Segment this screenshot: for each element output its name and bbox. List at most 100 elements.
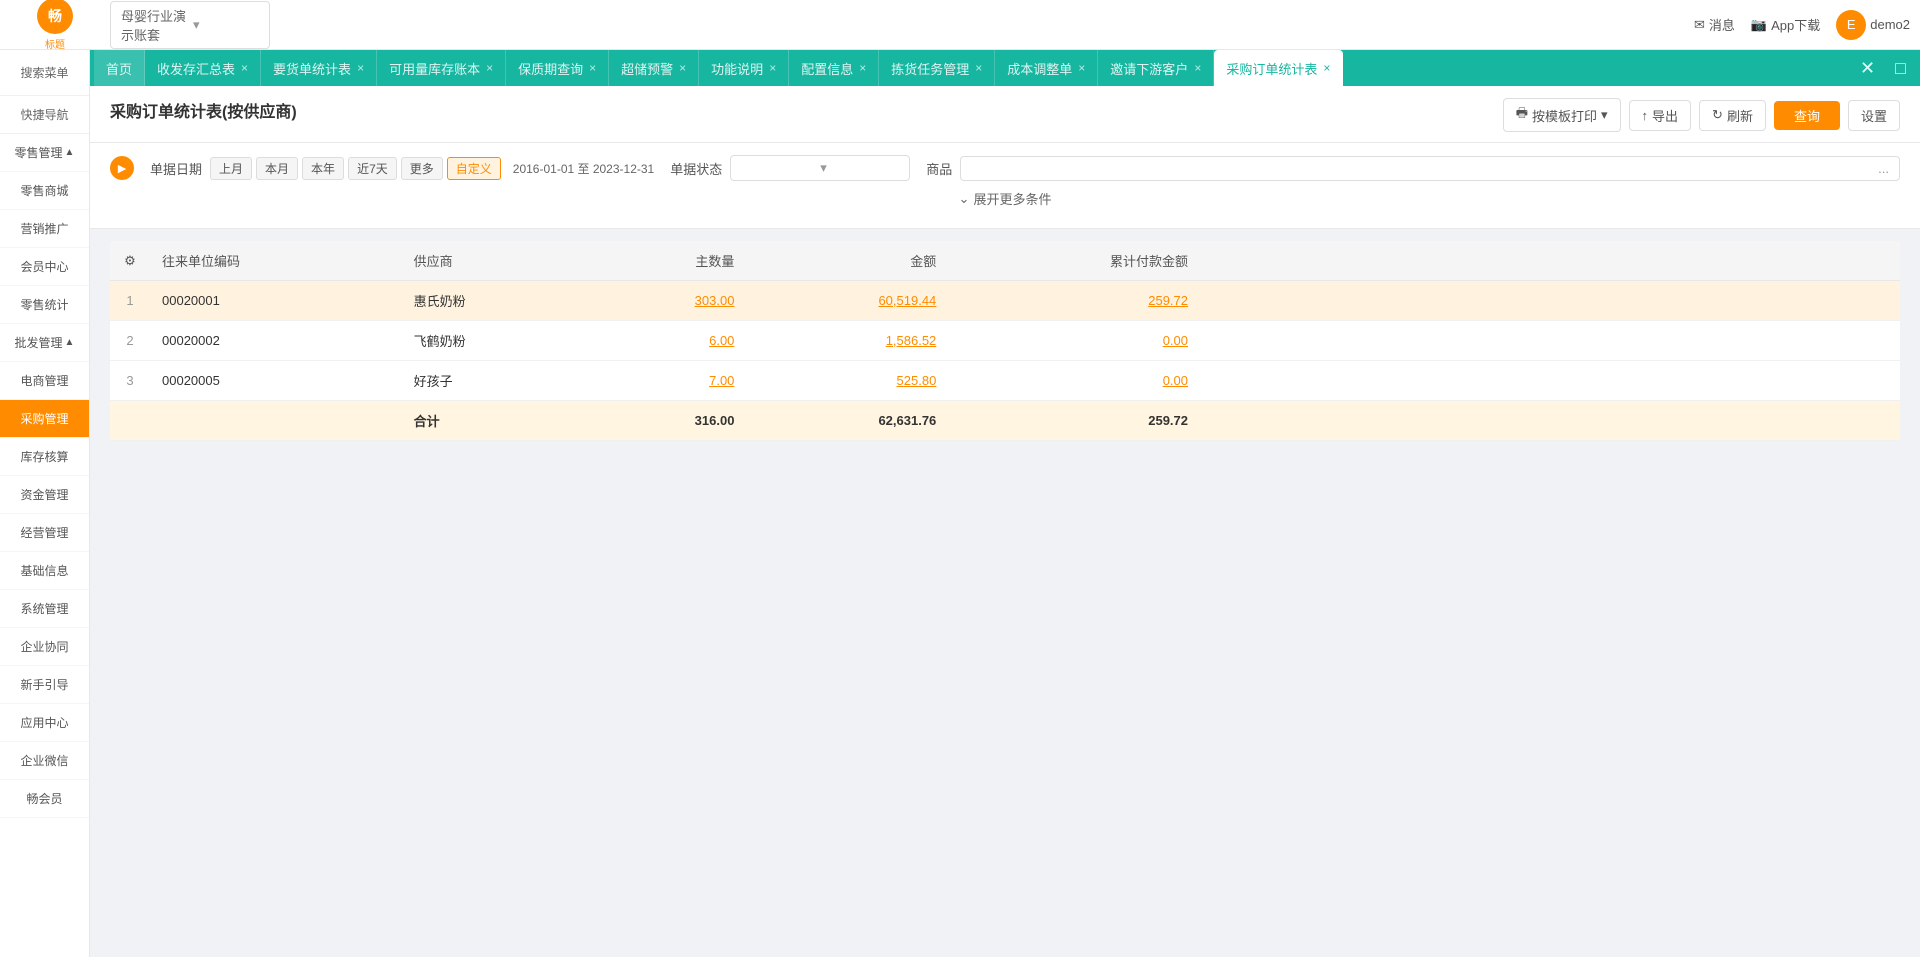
row-paid-1: 0.00 [948,321,1200,361]
sidebar-item-guide[interactable]: 新手引导 [0,666,89,704]
query-button[interactable]: 查询 [1774,101,1840,130]
sidebar-item-system[interactable]: 系统管理 [0,590,89,628]
sidebar-item-app-center[interactable]: 应用中心 [0,704,89,742]
row-supplier-0: 惠氏奶粉 [402,281,590,321]
tab-close-invite-downstream[interactable]: × [1194,61,1201,75]
tab-available-inventory[interactable]: 可用量库存账本 × [377,50,506,86]
table-settings-icon[interactable]: ⚙ [124,253,136,268]
date-this-month[interactable]: 本月 [256,157,298,180]
row-amount-1: 1,586.52 [746,321,948,361]
workspace-selector[interactable]: 母婴行业演示账套 ▾ [110,1,270,49]
tab-close-function-desc[interactable]: × [769,61,776,75]
status-select[interactable]: ▾ [730,155,910,181]
table-area: ⚙ 往来单位编码 供应商 主数量 金额 累计付款金额 100020001惠氏奶粉… [90,229,1920,957]
col-settings[interactable]: ⚙ [110,241,150,281]
tab-home[interactable]: 首页 [94,50,145,86]
search-menu-button[interactable]: 搜索菜单 [6,58,83,87]
app-download-button[interactable]: 📷 App下载 [1751,15,1820,34]
tab-function-desc[interactable]: 功能说明× [699,50,789,86]
filter-toggle-button[interactable]: ► [110,156,134,180]
row-paid-link-0[interactable]: 259.72 [1148,293,1188,308]
sidebar-item-finance[interactable]: 资金管理 [0,476,89,514]
tab-cost-adjust[interactable]: 成本调整单× [995,50,1098,86]
sidebar-item-retail-stats[interactable]: 零售统计 [0,286,89,324]
quick-nav-button[interactable]: 快捷导航 [0,100,89,129]
row-amount-link-2[interactable]: 525.80 [897,373,937,388]
tab-overstock-warning[interactable]: 超储预警 × [609,50,699,86]
tab-label-available-inventory: 可用量库存账本 [389,59,480,78]
tab-receive-summary[interactable]: 收发存汇总表× [145,50,261,86]
more-conditions-button[interactable]: ⌄ 展开更多条件 [110,181,1900,216]
message-button[interactable]: ✉ 消息 [1694,15,1735,34]
footer-paid: 259.72 [948,401,1200,441]
page-content: 采购订单统计表(按供应商) 🖶 按模板打印 ▾ ↑ 导出 ↻ [90,86,1920,957]
tab-close-purchase-order-stats[interactable]: × [1323,61,1330,75]
tab-close-pick-task[interactable]: × [975,61,982,75]
tab-close-config-info[interactable]: × [859,61,866,75]
row-supplier-1: 飞鹤奶粉 [402,321,590,361]
date-this-year[interactable]: 本年 [302,157,344,180]
date-more[interactable]: 更多 [401,157,443,180]
row-quantity-link-0[interactable]: 303.00 [695,293,735,308]
tab-close-purchase-stats[interactable]: × [357,61,364,75]
sidebar-item-wholesale[interactable]: 批发管理▲ [0,324,89,362]
export-button[interactable]: ↑ 导出 [1629,100,1692,131]
goods-input-more-icon[interactable]: ... [1878,161,1889,176]
sidebar-item-ecommerce[interactable]: 电商管理 [0,362,89,400]
user-menu[interactable]: E demo2 [1836,10,1910,40]
settings-button[interactable]: 设置 [1848,100,1900,131]
tab-close-receive-summary[interactable]: × [241,61,248,75]
row-paid-link-1[interactable]: 0.00 [1163,333,1188,348]
footer-label: 合计 [402,401,590,441]
date-last-month[interactable]: 上月 [210,157,252,180]
tab-invite-downstream[interactable]: 邀请下游客户× [1098,50,1214,86]
row-quantity-link-1[interactable]: 6.00 [709,333,734,348]
footer-quantity: 316.00 [589,401,746,441]
tab-label-overstock-warning: 超储预警 [621,59,673,78]
table-row[interactable]: 200020002飞鹤奶粉6.001,586.520.00 [110,321,1900,361]
tab-close-overstock-warning[interactable]: × [679,61,686,75]
refresh-button[interactable]: ↻ 刷新 [1699,100,1766,131]
table-row[interactable]: 100020001惠氏奶粉303.0060,519.44259.72 [110,281,1900,321]
status-filter-group: 单据状态 ▾ [670,155,910,181]
goods-input[interactable] [971,161,1878,176]
tab-config-info[interactable]: 配置信息× [789,50,879,86]
tab-bar-actions: ✕ □ [1854,56,1916,81]
sidebar-item-inventory[interactable]: 库存核算 [0,438,89,476]
date-custom[interactable]: 自定义 [447,157,501,180]
sidebar-item-member[interactable]: 会员中心 [0,248,89,286]
export-icon: ↑ [1642,108,1649,123]
date-7-days[interactable]: 近7天 [348,157,397,180]
tab-label-purchase-stats: 要货单统计表 [273,59,351,78]
table-row[interactable]: 300020005好孩子7.00525.800.00 [110,361,1900,401]
tab-purchase-order-stats[interactable]: 采购订单统计表× [1214,50,1343,86]
tab-close-expiry-query[interactable]: × [589,61,596,75]
tab-label-pick-task: 拣货任务管理 [891,59,969,78]
tab-purchase-stats[interactable]: 要货单统计表 × [261,50,377,86]
sidebar-item-retail-shop[interactable]: 零售商城 [0,172,89,210]
sidebar-item-wechat[interactable]: 企业微信 [0,742,89,780]
row-quantity-link-2[interactable]: 7.00 [709,373,734,388]
tab-close-available-inventory[interactable]: × [486,61,493,75]
main-layout: 搜索菜单 快捷导航 零售管理▲零售商城营销推广会员中心零售统计批发管理▲电商管理… [0,50,1920,957]
status-filter-label: 单据状态 [670,159,722,178]
sidebar-item-business[interactable]: 经营管理 [0,514,89,552]
row-paid-link-2[interactable]: 0.00 [1163,373,1188,388]
sidebar-item-vip[interactable]: 畅会员 [0,780,89,818]
row-amount-link-1[interactable]: 1,586.52 [886,333,937,348]
sidebar-item-retail[interactable]: 零售管理▲ [0,134,89,172]
data-table: ⚙ 往来单位编码 供应商 主数量 金额 累计付款金额 100020001惠氏奶粉… [110,241,1900,441]
sidebar-item-enterprise[interactable]: 企业协同 [0,628,89,666]
tab-expiry-query[interactable]: 保质期查询× [506,50,609,86]
tab-close-cost-adjust[interactable]: × [1078,61,1085,75]
sidebar-item-basic-info[interactable]: 基础信息 [0,552,89,590]
maximize-button[interactable]: □ [1889,56,1912,81]
tab-label-home: 首页 [106,59,132,78]
close-tab-button[interactable]: ✕ [1854,56,1881,81]
tab-pick-task[interactable]: 拣货任务管理 × [879,50,995,86]
sidebar-item-purchase[interactable]: 采购管理 [0,400,89,438]
sidebar-item-marketing[interactable]: 营销推广 [0,210,89,248]
print-button[interactable]: 🖶 按模板打印 ▾ [1503,98,1621,132]
status-select-value [741,161,820,176]
row-amount-link-0[interactable]: 60,519.44 [878,293,936,308]
